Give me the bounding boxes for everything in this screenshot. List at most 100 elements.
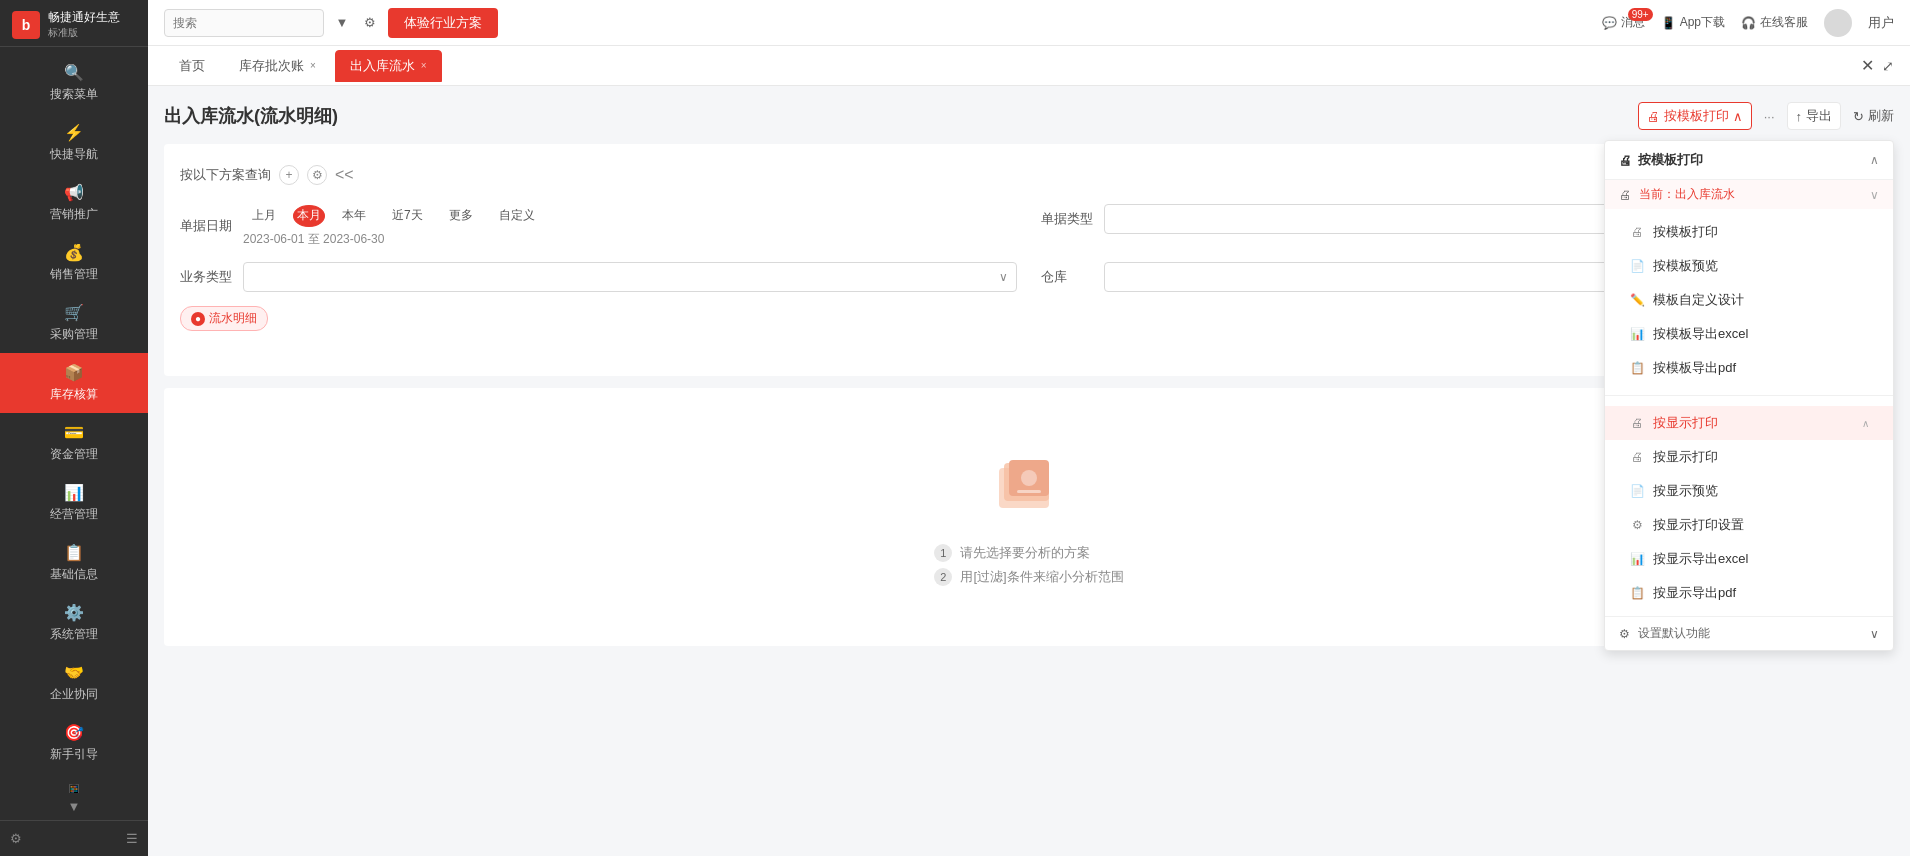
filter-date-label: 单据日期 [180,217,235,235]
sidebar-item-search[interactable]: 🔍 搜索菜单 [0,53,148,113]
system-icon: ⚙️ [64,603,84,622]
sidebar-item-label: 资金管理 [50,446,98,463]
filter-tag-item[interactable]: ● 流水明细 [180,306,268,331]
dropdown-item-template-print[interactable]: 🖨 按模板打印 [1605,215,1893,249]
dropdown-item-label: 按显示导出excel [1653,550,1748,568]
dropdown-divider [1605,395,1893,396]
dropdown-item-label: 按显示打印 [1653,448,1718,466]
refresh-btn[interactable]: ↻ 刷新 [1853,107,1894,125]
filter-add-btn[interactable]: + [279,165,299,185]
dropdown-display-collapse-icon: ∧ [1862,418,1869,429]
quicknav-icon: ⚡ [64,123,84,142]
hint-text-2: 用[过滤]条件来缩小分析范围 [960,568,1123,586]
sidebar-item-sales[interactable]: 💰 销售管理 [0,233,148,293]
app-download-group[interactable]: 📱 App下载 [1661,14,1725,31]
date-this-year[interactable]: 本年 [333,204,375,227]
template-print-label: 按模板打印 [1664,107,1729,125]
headset-icon: 🎧 [1741,16,1756,30]
app-title: 畅捷通好生意 [48,10,120,26]
dropdown-footer-label: 设置默认功能 [1638,625,1710,642]
topbar-gear-icon[interactable]: ⚙ [360,13,380,33]
sidebar-item-purchase[interactable]: 🛒 采购管理 [0,293,148,353]
sidebar-item-marketing[interactable]: 📢 营销推广 [0,173,148,233]
dropdown-item-template-excel[interactable]: 📊 按模板导出excel [1605,317,1893,351]
online-service-group[interactable]: 🎧 在线客服 [1741,14,1808,31]
appstore-icon: 📱 [64,783,84,793]
topbar-left: ▼ ⚙ 体验行业方案 [164,8,1590,38]
main-area: ▼ ⚙ 体验行业方案 💬 消息 99+ 📱 App下载 🎧 在线客服 [148,0,1910,856]
footer-menu-icon[interactable]: ☰ [126,831,138,846]
template-print-btn[interactable]: 🖨 按模板打印 ∧ [1638,102,1752,130]
svg-point-3 [1021,470,1037,486]
date-options: 上月 本月 本年 近7天 更多 自定义 [243,204,544,227]
sidebar-item-label: 营销推广 [50,206,98,223]
template-print-icon: 🖨 [1629,224,1645,240]
filter-collapse-arrows[interactable]: << [335,166,354,184]
date-custom[interactable]: 自定义 [490,204,544,227]
date-this-month[interactable]: 本月 [293,205,325,227]
date-last-month[interactable]: 上月 [243,204,285,227]
filter-settings-btn[interactable]: ⚙ [307,165,327,185]
dropdown-item-template-preview[interactable]: 📄 按模板预览 [1605,249,1893,283]
search-input[interactable] [164,9,324,37]
tab-expand-btn[interactable]: ⤢ [1882,58,1894,74]
dropdown-item-display-pdf[interactable]: 📋 按显示导出pdf [1605,576,1893,610]
tabs-bar: 首页 库存批次账 × 出入库流水 × ✕ ⤢ [148,46,1910,86]
sidebar-scroll-down[interactable]: ▼ [0,793,148,820]
dropdown-item-template-custom[interactable]: ✏️ 模板自定义设计 [1605,283,1893,317]
dropdown-item-template-pdf[interactable]: 📋 按模板导出pdf [1605,351,1893,385]
footer-settings-icon[interactable]: ⚙ [10,831,22,846]
sidebar-item-guide[interactable]: 🎯 新手引导 [0,713,148,773]
sidebar-item-inventory[interactable]: 📦 库存核算 [0,353,148,413]
dropdown-item-label: 按模板导出excel [1653,325,1748,343]
sidebar-item-collab[interactable]: 🤝 企业协同 [0,653,148,713]
sidebar-item-quicknav[interactable]: ⚡ 快捷导航 [0,113,148,173]
dropdown-footer[interactable]: ⚙ 设置默认功能 ∨ [1605,616,1893,650]
export-btn[interactable]: ↑ 导出 [1787,102,1842,130]
filter-biz-type-select[interactable]: ∨ [243,262,1017,292]
more-icon[interactable]: ··· [1764,109,1775,124]
sidebar-item-system[interactable]: ⚙️ 系统管理 [0,593,148,653]
dropdown-display-section-header[interactable]: 🖨 按显示打印 ∧ [1605,406,1893,440]
user-avatar[interactable] [1824,9,1852,37]
tab-home[interactable]: 首页 [164,50,220,82]
dropdown-footer-icon: ⚙ [1619,627,1630,641]
tab-inout-flow[interactable]: 出入库流水 × [335,50,442,82]
basic-icon: 📋 [64,543,84,562]
hint-num-1: 1 [934,544,952,562]
inventory-icon: 📦 [64,363,84,382]
date-more[interactable]: 更多 [440,204,482,227]
tab-inventory-batch-close[interactable]: × [310,60,316,71]
sidebar-item-label: 销售管理 [50,266,98,283]
sidebar-item-ops[interactable]: 📊 经营管理 [0,473,148,533]
dropdown-arrow[interactable]: ∧ [1870,153,1879,167]
sidebar-item-finance[interactable]: 💳 资金管理 [0,413,148,473]
filter-bill-type-label: 单据类型 [1041,210,1096,228]
display-preview-icon: 📄 [1629,483,1645,499]
sidebar-item-appstore[interactable]: 📱 应用中心 [0,773,148,793]
display-excel-icon: 📊 [1629,551,1645,567]
message-icon: 💬 [1602,16,1617,30]
export-icon: ↑ [1796,109,1803,124]
tab-inventory-batch[interactable]: 库存批次账 × [224,50,331,82]
dropdown-sub[interactable]: 🖨 当前：出入库流水 ∨ [1605,180,1893,209]
dropdown-item-label: 按模板预览 [1653,257,1718,275]
dropdown-item-display-print[interactable]: 🖨 按显示打印 [1605,440,1893,474]
topbar-dropdown-icon[interactable]: ▼ [332,13,352,33]
industry-btn[interactable]: 体验行业方案 [388,8,498,38]
message-group[interactable]: 💬 消息 99+ [1602,14,1645,31]
guide-icon: 🎯 [64,723,84,742]
dropdown-item-display-excel[interactable]: 📊 按显示导出excel [1605,542,1893,576]
tab-inout-flow-label: 出入库流水 [350,57,415,75]
tab-inout-flow-close[interactable]: × [421,60,427,71]
sidebar-item-label: 库存核算 [50,386,98,403]
sidebar-item-label: 系统管理 [50,626,98,643]
sidebar-item-basic[interactable]: 📋 基础信息 [0,533,148,593]
dropdown-item-display-settings[interactable]: ⚙ 按显示打印设置 [1605,508,1893,542]
hint-num-2: 2 [934,568,952,586]
tabs-right: ✕ ⤢ [1861,56,1894,75]
tab-close-btn[interactable]: ✕ [1861,56,1874,75]
page-title: 出入库流水(流水明细) [164,104,338,128]
dropdown-item-display-preview[interactable]: 📄 按显示预览 [1605,474,1893,508]
date-7days[interactable]: 近7天 [383,204,432,227]
